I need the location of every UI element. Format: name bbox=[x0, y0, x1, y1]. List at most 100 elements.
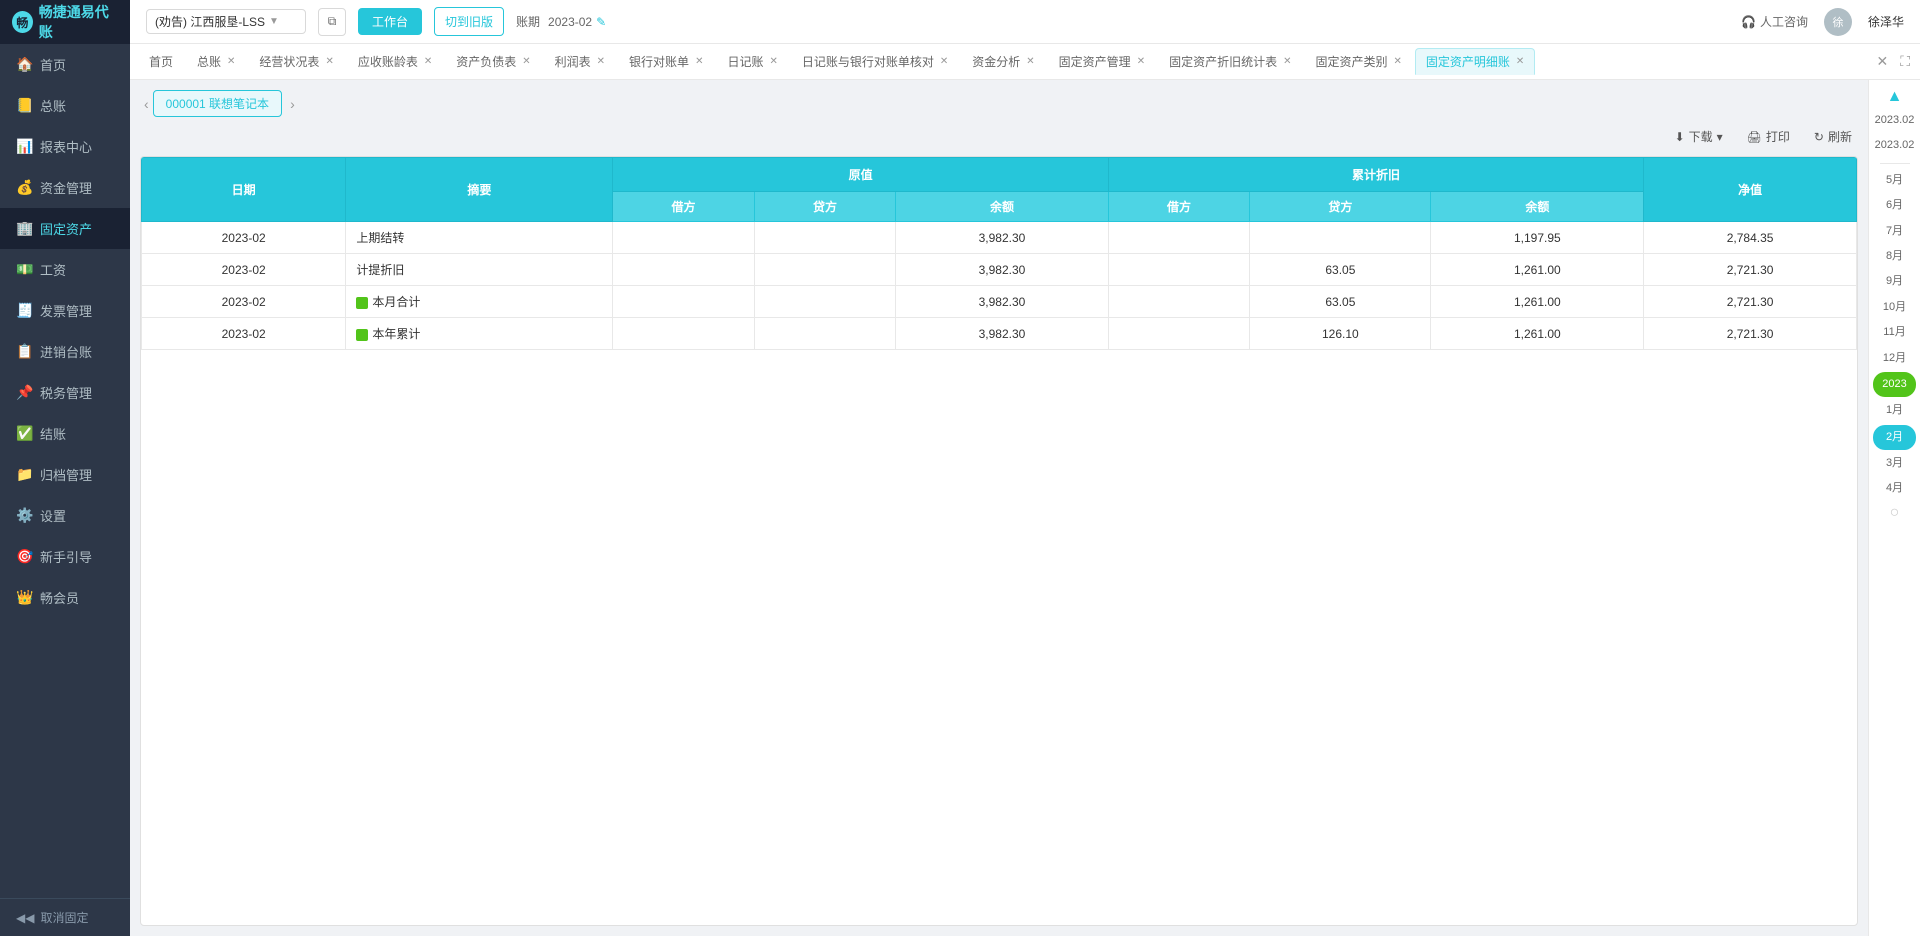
tab-close-icon[interactable]: ✕ bbox=[227, 56, 235, 67]
tabs-bar: 首页 总账 ✕ 经营状况表 ✕ 应收账龄表 ✕ 资产负债表 ✕ 利润表 ✕ 银行… bbox=[130, 44, 1920, 80]
tab-fixed-detail[interactable]: 固定资产明细账 ✕ bbox=[1415, 48, 1535, 75]
tab-close-icon[interactable]: ✕ bbox=[1137, 56, 1145, 67]
copy-company-button[interactable]: ⧉ bbox=[318, 8, 346, 36]
sub-tab-next-button[interactable]: › bbox=[286, 94, 299, 114]
tab-bank-check[interactable]: 日记账与银行对账单核对 ✕ bbox=[791, 48, 959, 75]
period-item-jan[interactable]: 1月 bbox=[1869, 398, 1920, 423]
tab-close-icon[interactable]: ✕ bbox=[424, 56, 432, 67]
user-name[interactable]: 徐泽华 bbox=[1868, 13, 1904, 30]
tab-home[interactable]: 首页 bbox=[138, 48, 184, 75]
topbar-right: 🎧 人工咨询 徐 徐泽华 bbox=[1741, 8, 1904, 36]
row-tag-icon bbox=[356, 297, 368, 309]
period-item-mar[interactable]: 3月 bbox=[1869, 451, 1920, 476]
cell-acc-debit bbox=[1108, 286, 1249, 318]
period-item-apr[interactable]: 4月 bbox=[1869, 476, 1920, 501]
app-title: 畅捷通易代账 bbox=[39, 2, 118, 42]
user-service-button[interactable]: 🎧 人工咨询 bbox=[1741, 13, 1808, 30]
refresh-button[interactable]: ↻ 刷新 bbox=[1808, 125, 1858, 148]
sidebar-item-label: 设置 bbox=[40, 506, 66, 525]
switch-old-button[interactable]: 切到旧版 bbox=[434, 7, 504, 36]
sidebar-item-home[interactable]: 🏠 首页 bbox=[0, 44, 130, 85]
sidebar-item-salary[interactable]: 💵 工资 bbox=[0, 249, 130, 290]
col-date: 日期 bbox=[142, 158, 346, 222]
sidebar-item-fixed-assets[interactable]: 🏢 固定资产 bbox=[0, 208, 130, 249]
tab-journal[interactable]: 日记账 ✕ bbox=[716, 48, 788, 75]
period-scroll-down-button[interactable]: ○ bbox=[1888, 502, 1902, 524]
tab-label: 应收账龄表 bbox=[358, 53, 418, 70]
tab-close-icon[interactable]: ✕ bbox=[695, 56, 703, 67]
tab-close-icon[interactable]: ✕ bbox=[597, 56, 605, 67]
sub-tab-asset[interactable]: 000001 联想笔记本 bbox=[153, 90, 282, 117]
headset-icon: 🎧 bbox=[1741, 15, 1756, 29]
print-button[interactable]: 🖨 打印 bbox=[1741, 125, 1796, 148]
period-item-jul[interactable]: 7月 bbox=[1869, 219, 1920, 244]
sidebar-item-settlement[interactable]: ✅ 结账 bbox=[0, 413, 130, 454]
tab-close-icon[interactable]: ✕ bbox=[325, 56, 333, 67]
tab-bank[interactable]: 银行对账单 ✕ bbox=[618, 48, 714, 75]
tab-label: 经营状况表 bbox=[259, 53, 319, 70]
tab-operation[interactable]: 经营状况表 ✕ bbox=[248, 48, 344, 75]
sidebar-item-invoice[interactable]: 🧾 发票管理 bbox=[0, 290, 130, 331]
sidebar-item-tax[interactable]: 📌 税务管理 bbox=[0, 372, 130, 413]
sidebar-unpin-button[interactable]: ◀◀ 取消固定 bbox=[0, 898, 130, 936]
tab-fixed-mgmt[interactable]: 固定资产管理 ✕ bbox=[1048, 48, 1156, 75]
tab-close-icon[interactable]: ✕ bbox=[1394, 56, 1402, 67]
col-original: 原值 bbox=[613, 158, 1108, 192]
sub-tab-prev-button[interactable]: ‹ bbox=[140, 94, 153, 114]
cell-acc-debit bbox=[1108, 222, 1249, 254]
sidebar-item-funds[interactable]: 💰 资金管理 bbox=[0, 167, 130, 208]
download-button[interactable]: ⬇ 下载 ▾ bbox=[1669, 125, 1729, 148]
tab-fixed-category[interactable]: 固定资产类别 ✕ bbox=[1304, 48, 1412, 75]
period-item-nov[interactable]: 11月 bbox=[1869, 320, 1920, 345]
sidebar-item-label: 首页 bbox=[40, 55, 66, 74]
period-item-may[interactable]: 5月 bbox=[1869, 168, 1920, 193]
tab-close-icon[interactable]: ✕ bbox=[522, 56, 530, 67]
cell-summary: 本年累计 bbox=[346, 318, 613, 350]
sidebar-item-purchase-sales[interactable]: 📋 进销台账 bbox=[0, 331, 130, 372]
tab-receivable[interactable]: 应收账龄表 ✕ bbox=[347, 48, 443, 75]
tab-close-icon[interactable]: ✕ bbox=[1516, 56, 1524, 67]
row-tag-icon bbox=[356, 329, 368, 341]
sidebar-item-member[interactable]: 👑 畅会员 bbox=[0, 577, 130, 618]
topbar: (劝告) 江西服垦-LSS ▼ ⧉ 工作台 切到旧版 账期 2023-02 ✎ … bbox=[130, 0, 1920, 44]
tab-profit[interactable]: 利润表 ✕ bbox=[544, 48, 616, 75]
cell-date: 2023-02 bbox=[142, 318, 346, 350]
period-item-2023-02-ref1[interactable]: 2023.02 bbox=[1869, 108, 1920, 133]
copy-icon: ⧉ bbox=[328, 14, 337, 29]
tab-balance[interactable]: 资产负债表 ✕ bbox=[445, 48, 541, 75]
tab-close-icon[interactable]: ✕ bbox=[1026, 56, 1034, 67]
period-item-feb[interactable]: 2月 bbox=[1873, 425, 1916, 450]
maximize-tab-button[interactable]: ⛶ bbox=[1898, 51, 1912, 72]
tab-fund-analysis[interactable]: 资金分析 ✕ bbox=[961, 48, 1045, 75]
period-item-aug[interactable]: 8月 bbox=[1869, 244, 1920, 269]
period-item-oct[interactable]: 10月 bbox=[1869, 295, 1920, 320]
tab-close-icon[interactable]: ✕ bbox=[769, 56, 777, 67]
sidebar-item-settings[interactable]: ⚙️ 设置 bbox=[0, 495, 130, 536]
content-area: ‹ 000001 联想笔记本 › ⬇ 下载 ▾ 🖨 打印 ↻ bbox=[130, 80, 1920, 936]
period-item-2023-02-ref2[interactable]: 2023.02 bbox=[1869, 133, 1920, 158]
period-item-jun[interactable]: 6月 bbox=[1869, 193, 1920, 218]
sidebar-item-label: 进销台账 bbox=[40, 342, 92, 361]
tab-fixed-depreciation[interactable]: 固定资产折旧统计表 ✕ bbox=[1158, 48, 1302, 75]
tab-close-icon[interactable]: ✕ bbox=[1283, 56, 1291, 67]
period-item-sep[interactable]: 9月 bbox=[1869, 269, 1920, 294]
period-edit-icon[interactable]: ✎ bbox=[596, 15, 606, 29]
workbench-button[interactable]: 工作台 bbox=[358, 8, 422, 35]
col-orig-credit: 贷方 bbox=[754, 192, 895, 222]
tab-ledger[interactable]: 总账 ✕ bbox=[186, 48, 246, 75]
tab-label: 日记账 bbox=[727, 53, 763, 70]
archive-icon: 📁 bbox=[16, 466, 32, 483]
close-all-tab-button[interactable]: ✕ bbox=[1874, 51, 1890, 72]
tab-label: 固定资产折旧统计表 bbox=[1169, 53, 1277, 70]
sidebar-item-archive[interactable]: 📁 归档管理 bbox=[0, 454, 130, 495]
sidebar-item-reports[interactable]: 📊 报表中心 bbox=[0, 126, 130, 167]
sidebar-item-ledger[interactable]: 📒 总账 bbox=[0, 85, 130, 126]
tab-close-icon[interactable]: ✕ bbox=[940, 56, 948, 67]
sidebar-item-label: 工资 bbox=[40, 260, 66, 279]
logo-icon: 畅 bbox=[12, 11, 33, 33]
period-item-year-2023[interactable]: 2023 bbox=[1873, 372, 1916, 397]
period-scroll-up-button[interactable]: ▲ bbox=[1885, 86, 1905, 108]
company-selector[interactable]: (劝告) 江西服垦-LSS ▼ bbox=[146, 9, 306, 34]
sidebar-item-guide[interactable]: 🎯 新手引导 bbox=[0, 536, 130, 577]
period-item-dec[interactable]: 12月 bbox=[1869, 346, 1920, 371]
